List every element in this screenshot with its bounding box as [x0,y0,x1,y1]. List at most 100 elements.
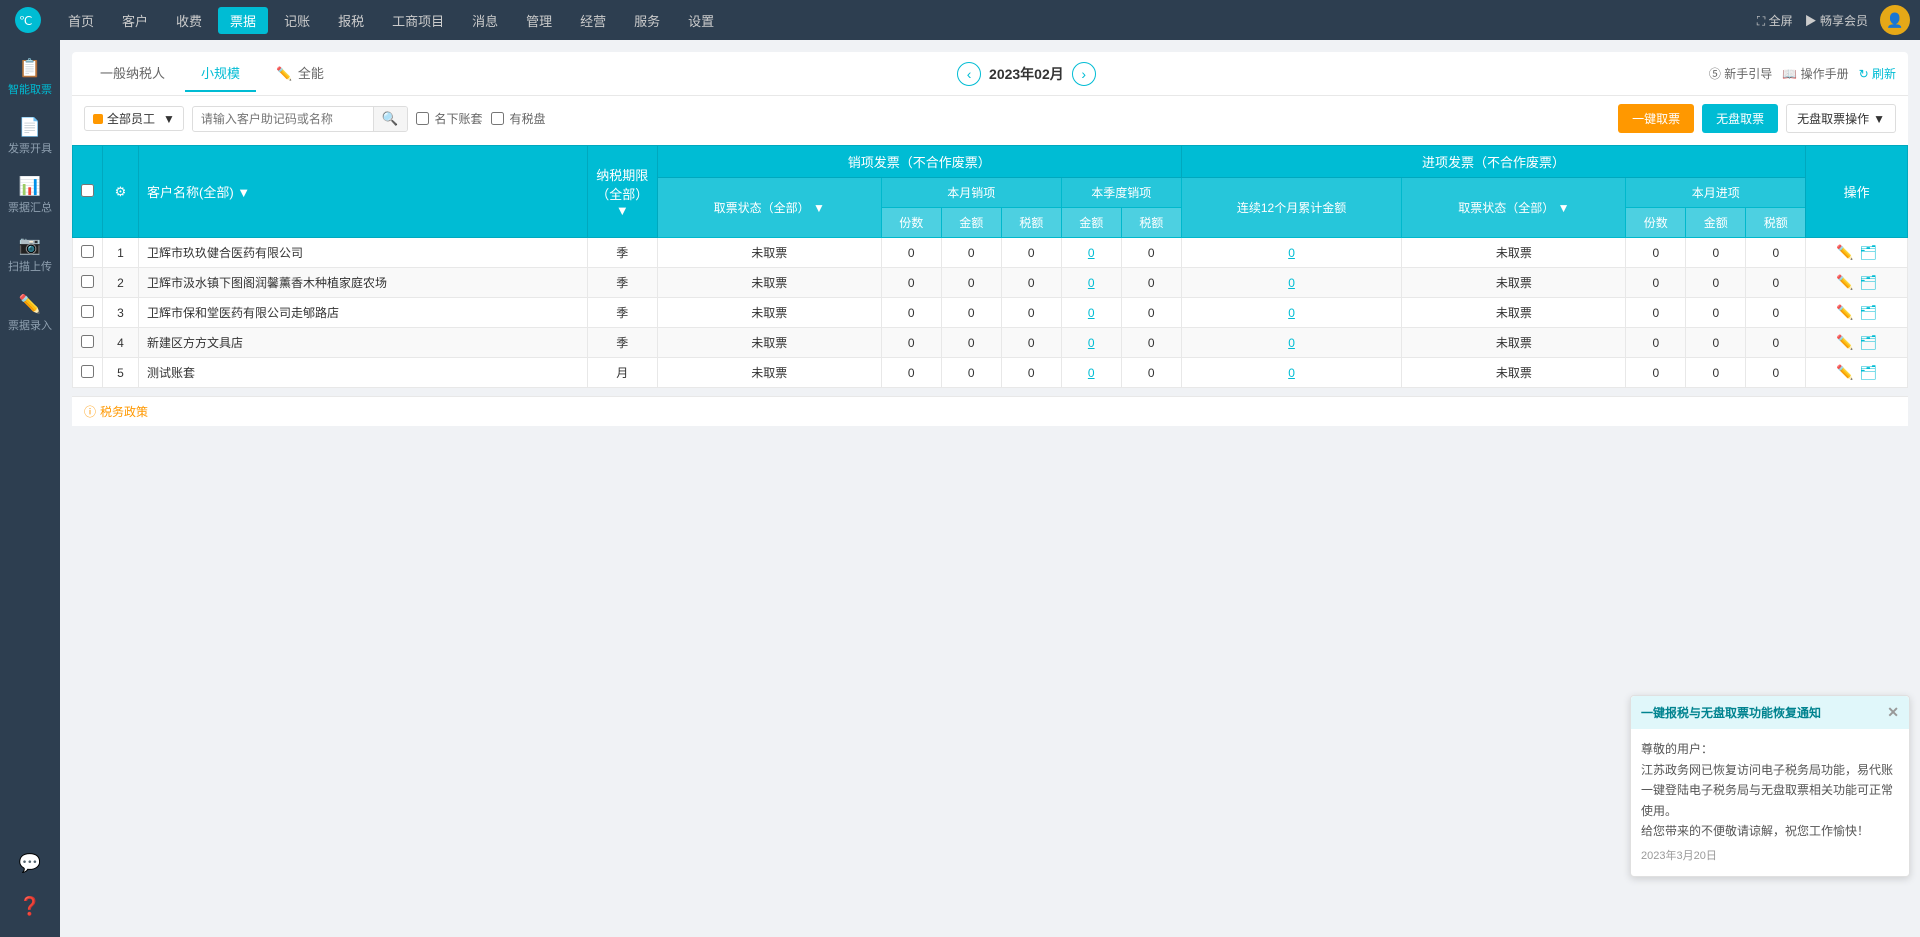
col-customer-header[interactable]: 客户名称(全部) ▼ [139,146,588,238]
row-income-month-count: 0 [1626,268,1686,298]
row-select-checkbox[interactable] [81,305,94,318]
prev-month-btn[interactable]: ‹ [957,62,981,86]
tab-all-capable[interactable]: ✏️ 全能 [260,55,340,92]
toolbar-right: 一键取票 无盘取票 无盘取票操作 ▼ [1618,104,1896,133]
nav-service[interactable]: 服务 [622,7,672,34]
row-checkbox-cell [73,358,103,388]
invoice-entry-icon: ✏️ [19,294,41,315]
bottom-bar[interactable]: ⓘ 税务政策 [72,396,1908,426]
nav-accounting[interactable]: 记账 [272,7,322,34]
new-guide-btn[interactable]: ⑤ 新手引导 [1709,65,1772,82]
sidebar-item-chat[interactable]: 💬 [2,845,58,884]
refresh-btn[interactable]: ↻ 刷新 [1859,65,1896,82]
sidebar-item-invoice-open[interactable]: 📄 发票开具 [2,109,58,164]
smart-fetch-icon: 📋 [19,58,41,79]
nav-settings[interactable]: 设置 [676,7,726,34]
row-period: 季 [587,298,657,328]
row-actions: ✏️ 🗂 [1806,328,1908,358]
user-avatar[interactable]: 👤 [1880,5,1910,35]
row-customer-name: 新建区方方文具店 [139,328,588,358]
info-icon: ⓘ [84,403,96,420]
edit-action-icon[interactable]: ✏️ [1836,244,1853,261]
chevron-down-icon: ▼ [163,112,175,126]
sidebar-item-help[interactable]: ❓ [2,888,58,927]
tab-general-taxpayer[interactable]: 一般纳税人 [84,55,181,92]
view-action-icon[interactable]: 🗂 [1859,334,1877,351]
row-sales-12month: 0 [1181,238,1402,268]
nav-manage[interactable]: 管理 [514,7,564,34]
col-period-header[interactable]: 纳税期限（全部） ▼ [587,146,657,238]
edit-action-icon[interactable]: ✏️ [1836,304,1853,321]
nav-message[interactable]: 消息 [460,7,510,34]
row-sales-month-count: 0 [881,238,941,268]
fullscreen-btn[interactable]: ⛶ 全屏 [1757,12,1793,29]
col-income-status-header[interactable]: 取票状态（全部） ▼ [1402,178,1626,238]
row-checkbox-cell [73,298,103,328]
next-month-btn[interactable]: › [1072,62,1096,86]
view-action-icon[interactable]: 🗂 [1859,304,1877,321]
view-action-icon[interactable]: 🗂 [1859,364,1877,381]
col-settings-header: ⚙ [103,146,139,238]
manual-btn[interactable]: 📖 操作手册 [1782,65,1848,82]
row-income-month-tax: 0 [1746,298,1806,328]
row-select-checkbox[interactable] [81,335,94,348]
row-sales-month-count: 0 [881,298,941,328]
income-month-tax-header: 税额 [1746,208,1806,238]
nav-operation[interactable]: 经营 [568,7,618,34]
nav-invoice[interactable]: 票据 [218,7,268,34]
notification-close-btn[interactable]: ✕ [1887,704,1899,721]
top-navigation: ℃ 首页 客户 收费 票据 记账 报税 工商项目 消息 管理 经营 服务 设置 … [0,0,1920,40]
tax-disk-checkbox[interactable] [491,112,504,125]
table-row: 5 测试账套 月 未取票 0 0 0 0 0 0 未取票 0 0 0 ✏️ 🗂 [73,358,1908,388]
tab-small-scale[interactable]: 小规模 [185,55,256,92]
sidebar-item-scan-upload[interactable]: 📷 扫描上传 [2,227,58,282]
diskless-operations-btn[interactable]: 无盘取票操作 ▼ [1786,104,1896,133]
nav-business[interactable]: 工商项目 [380,7,456,34]
row-income-month-count: 0 [1626,298,1686,328]
edit-action-icon[interactable]: ✏️ [1836,364,1853,381]
filter-icon: ▼ [616,203,629,218]
select-all-checkbox[interactable] [81,184,94,197]
help-icon: ❓ [19,896,41,917]
view-action-icon[interactable]: 🗂 [1859,274,1877,291]
row-select-checkbox[interactable] [81,275,94,288]
sidebar-item-invoice-summary[interactable]: 📊 票据汇总 [2,168,58,223]
row-checkbox-cell [73,268,103,298]
sidebar-item-smart-fetch[interactable]: 📋 智能取票 [2,50,58,105]
row-sales-month-count: 0 [881,358,941,388]
edit-action-icon[interactable]: ✏️ [1836,334,1853,351]
top-nav-right: ⛶ 全屏 ▶ 畅享会员 👤 [1757,5,1910,35]
row-select-checkbox[interactable] [81,245,94,258]
row-sales-month-amount: 0 [941,358,1001,388]
diskless-fetch-btn[interactable]: 无盘取票 [1702,104,1778,133]
nav-tax[interactable]: 报税 [326,7,376,34]
tax-policy-link[interactable]: 税务政策 [100,403,148,420]
member-btn[interactable]: ▶ 畅享会员 [1805,12,1868,29]
view-action-icon[interactable]: 🗂 [1859,244,1877,261]
row-income-month-amount: 0 [1686,298,1746,328]
row-sales-12month: 0 [1181,328,1402,358]
own-accounts-checkbox[interactable] [416,112,429,125]
nav-fee[interactable]: 收费 [164,7,214,34]
staff-select[interactable]: 全部员工 ▼ [84,106,184,131]
search-button[interactable]: 🔍 [373,107,407,131]
row-select-checkbox[interactable] [81,365,94,378]
row-income-month-count: 0 [1626,358,1686,388]
row-income-month-tax: 0 [1746,238,1806,268]
one-click-fetch-btn[interactable]: 一键取票 [1618,104,1694,133]
invoice-open-icon: 📄 [19,117,41,138]
nav-customer[interactable]: 客户 [110,7,160,34]
row-customer-name: 测试账套 [139,358,588,388]
sidebar-item-invoice-entry[interactable]: ✏️ 票据录入 [2,286,58,341]
row-income-month-tax: 0 [1746,328,1806,358]
row-actions: ✏️ 🗂 [1806,358,1908,388]
row-sales-quarter-amount: 0 [1061,358,1121,388]
toolbar: 全部员工 ▼ 🔍 名下账套 有税盘 一键取票 无盘取票 [72,96,1908,141]
customer-search-input[interactable] [193,108,373,130]
dropdown-icon: ▼ [1873,112,1885,126]
col-sales-status-header[interactable]: 取票状态（全部） ▼ [657,178,881,238]
nav-home[interactable]: 首页 [56,7,106,34]
sales-month-tax-header: 税额 [1001,208,1061,238]
edit-action-icon[interactable]: ✏️ [1836,274,1853,291]
row-index: 5 [103,358,139,388]
